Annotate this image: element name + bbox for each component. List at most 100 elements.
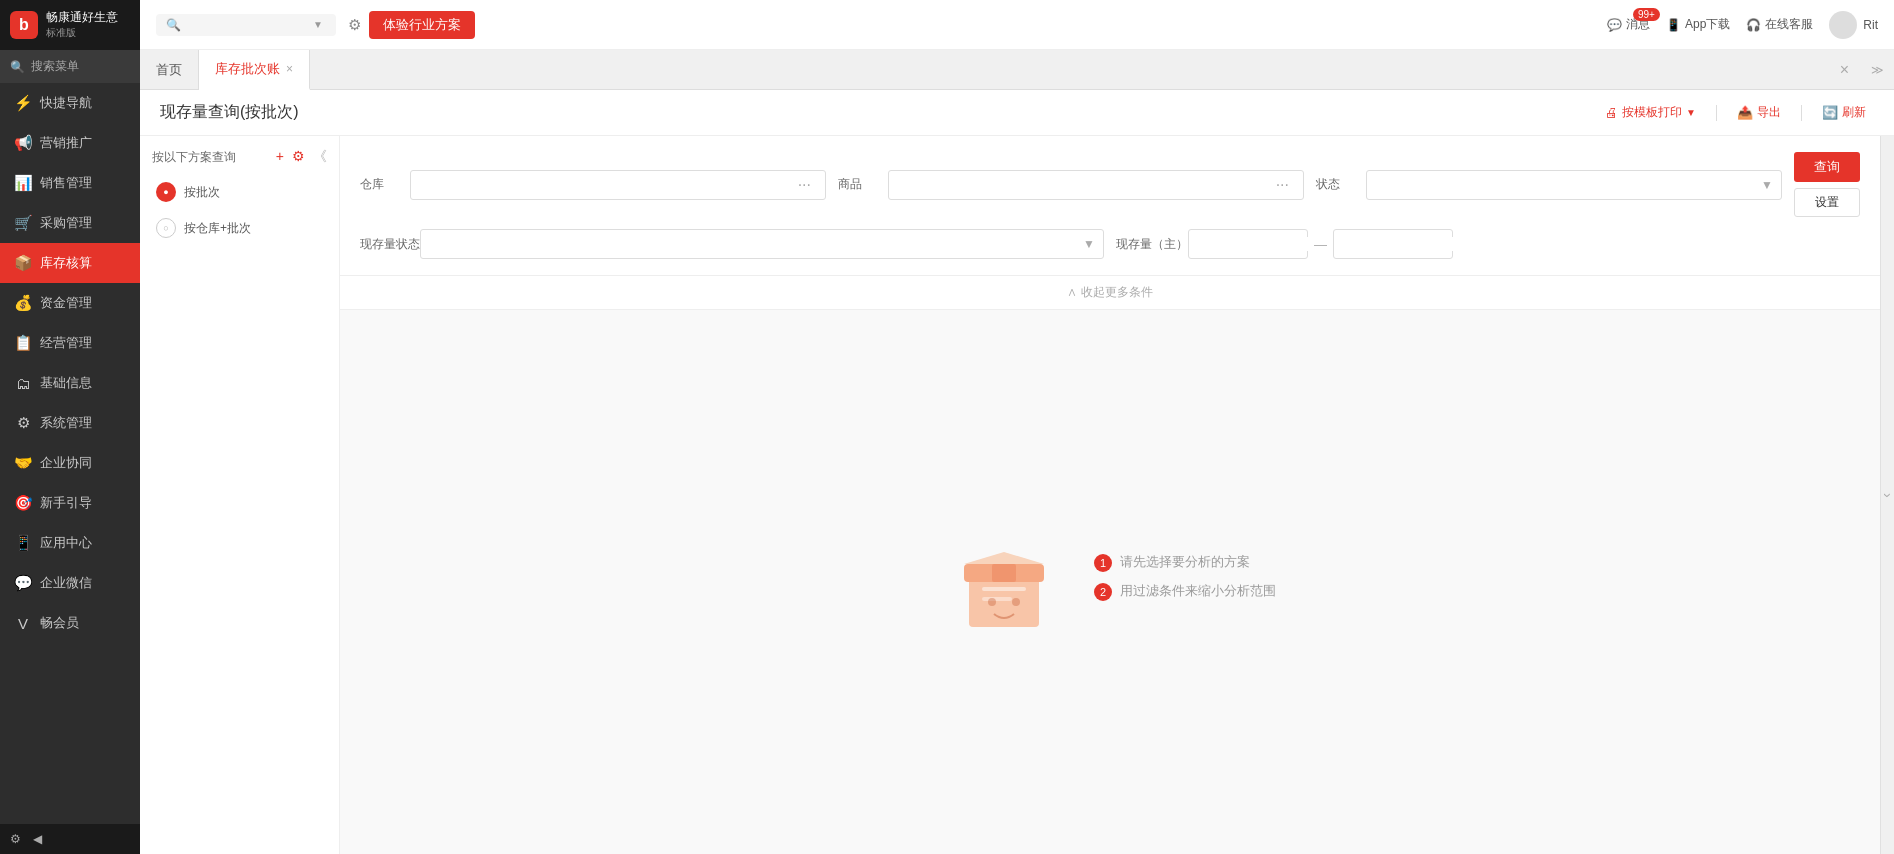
app-download-btn[interactable]: 📱 App下载 (1666, 16, 1730, 33)
right-panel-toggle[interactable]: › (1880, 136, 1894, 854)
topbar-search-icon: 🔍 (166, 18, 181, 32)
online-service-btn[interactable]: 🎧 在线客服 (1746, 16, 1813, 33)
refresh-btn[interactable]: 🔄 刷新 (1814, 100, 1874, 125)
tab-close-btn[interactable]: × (286, 62, 293, 76)
main-area: 🔍 ▼ ⚙ 体验行业方案 💬 消息 99+ 📱 App下载 🎧 在线客服 (140, 0, 1894, 854)
sidebar-item-system[interactable]: ⚙ 系统管理 (0, 403, 140, 443)
sidebar-item-basic[interactable]: 🗂 基础信息 (0, 363, 140, 403)
print-template-btn[interactable]: 🖨 按模板打印 ▼ (1597, 100, 1704, 125)
sidebar-search-btn[interactable]: 🔍 搜索菜单 (0, 50, 140, 83)
svg-point-6 (1012, 598, 1020, 606)
sidebar-item-wechat[interactable]: 💬 企业微信 (0, 563, 140, 603)
chevron-up-icon: ∧ (1067, 285, 1077, 299)
sidebar-item-finance[interactable]: 💰 资金管理 (0, 283, 140, 323)
stock-status-select[interactable]: ▼ (420, 229, 1104, 259)
sidebar-item-marketing[interactable]: 📢 营销推广 (0, 123, 140, 163)
filter-item-icon-wh: ○ (156, 218, 176, 238)
svg-point-5 (988, 598, 996, 606)
warehouse-dots-btn[interactable]: ··· (792, 176, 817, 194)
product-input-wrap[interactable]: ··· (888, 170, 1304, 200)
messages-badge: 99+ (1633, 8, 1660, 21)
page-content: 现存量查询(按批次) 🖨 按模板打印 ▼ 📤 导出 🔄 刷新 (140, 90, 1894, 854)
divider (1716, 105, 1717, 121)
topbar-dropdown-icon[interactable]: ▼ (313, 19, 323, 30)
inventory-icon: 📦 (14, 254, 32, 272)
tab-batch-account[interactable]: 库存批次账 × (199, 50, 310, 90)
tab-more-icon[interactable]: ≫ (1861, 63, 1894, 77)
sidebar-item-label: 企业协同 (40, 454, 92, 472)
stock-qty-to-wrap[interactable] (1333, 229, 1453, 259)
sidebar-header: b 畅康通好生意 标准版 (0, 0, 140, 50)
export-btn[interactable]: 📤 导出 (1729, 100, 1789, 125)
topbar: 🔍 ▼ ⚙ 体验行业方案 💬 消息 99+ 📱 App下载 🎧 在线客服 (140, 0, 1894, 50)
product-dots-btn[interactable]: ··· (1270, 176, 1295, 194)
sidebar-item-label: 经营管理 (40, 334, 92, 352)
system-icon: ⚙ (14, 414, 32, 432)
filter-add-btn[interactable]: + (276, 148, 284, 166)
topbar-search-box[interactable]: 🔍 ▼ (156, 14, 336, 36)
status-field: 状态 ▼ (1316, 170, 1782, 200)
status-label: 状态 (1316, 176, 1366, 193)
app-name: 畅康通好生意 (46, 10, 118, 26)
right-toggle-icon: › (1880, 493, 1895, 498)
tab-home-label: 首页 (156, 61, 182, 79)
sidebar-item-apps[interactable]: 📱 应用中心 (0, 523, 140, 563)
sidebar-collapse-btn[interactable]: ◀ (33, 832, 42, 846)
stock-qty-field: 现存量（主） — (1116, 229, 1860, 259)
tip-num-1: 1 (1094, 554, 1112, 572)
svg-rect-3 (982, 587, 1026, 591)
collapse-label: 收起更多条件 (1081, 285, 1153, 299)
trial-btn[interactable]: 体验行业方案 (369, 11, 475, 39)
status-select[interactable]: ▼ (1366, 170, 1782, 200)
marketing-icon: 📢 (14, 134, 32, 152)
stock-qty-from-wrap[interactable] (1188, 229, 1308, 259)
apps-icon: 📱 (14, 534, 32, 552)
sidebar-item-inventory[interactable]: 📦 库存核算 (0, 243, 140, 283)
stock-status-chevron-icon: ▼ (1083, 237, 1095, 251)
export-label: 导出 (1757, 104, 1781, 121)
filter-header-actions: + ⚙ 《 (276, 148, 327, 166)
topbar-search-input[interactable] (187, 18, 307, 32)
purchase-icon: 🛒 (14, 214, 32, 232)
sidebar-item-purchase[interactable]: 🛒 采购管理 (0, 203, 140, 243)
sidebar-item-operations[interactable]: 📋 经营管理 (0, 323, 140, 363)
tab-home[interactable]: 首页 (140, 50, 199, 90)
filter-item-label-batch: 按批次 (184, 184, 220, 201)
messages-btn[interactable]: 💬 消息 99+ (1607, 16, 1650, 33)
filter-item-icon-batch: ● (156, 182, 176, 202)
user-avatar-btn[interactable]: Rit (1829, 11, 1878, 39)
close-panel-btn[interactable]: × (1828, 61, 1861, 79)
wechat-icon: 💬 (14, 574, 32, 592)
sidebar-item-sales[interactable]: 📊 销售管理 (0, 163, 140, 203)
settings-btn[interactable]: 设置 (1794, 188, 1860, 217)
member-icon: V (14, 615, 32, 632)
user-name: Rit (1863, 18, 1878, 32)
refresh-label: 刷新 (1842, 104, 1866, 121)
sidebar-item-enterprise[interactable]: 🤝 企业协同 (0, 443, 140, 483)
warehouse-field: 仓库 ··· (360, 170, 826, 200)
sidebar-item-label: 采购管理 (40, 214, 92, 232)
sidebar-item-label: 新手引导 (40, 494, 92, 512)
empty-tip-1: 1 请先选择要分析的方案 (1094, 553, 1276, 572)
filter-item-warehouse-batch[interactable]: ○ 按仓库+批次 (140, 210, 339, 246)
sidebar-item-newbie[interactable]: 🎯 新手引导 (0, 483, 140, 523)
warehouse-label: 仓库 (360, 176, 410, 193)
query-btn[interactable]: 查询 (1794, 152, 1860, 182)
warehouse-input-wrap[interactable]: ··· (410, 170, 826, 200)
tip-text-2: 用过滤条件来缩小分析范围 (1120, 582, 1276, 600)
topbar-gear-icon[interactable]: ⚙ (348, 16, 361, 34)
sidebar-settings-btn[interactable]: ⚙ (10, 832, 21, 846)
sidebar-item-quick-nav[interactable]: ⚡ 快捷导航 (0, 83, 140, 123)
sidebar-item-label: 快捷导航 (40, 94, 92, 112)
sidebar-item-label: 营销推广 (40, 134, 92, 152)
warehouse-input[interactable] (419, 178, 792, 192)
filter-item-batch[interactable]: ● 按批次 (140, 174, 339, 210)
sidebar-item-member[interactable]: V 畅会员 (0, 603, 140, 643)
filter-collapse-btn[interactable]: 《 (313, 148, 327, 166)
collapse-conditions-btn[interactable]: ∧ 收起更多条件 (340, 276, 1880, 310)
filter-settings-btn[interactable]: ⚙ (292, 148, 305, 166)
print-dropdown-icon[interactable]: ▼ (1686, 107, 1696, 118)
content-body: 按以下方案查询 + ⚙ 《 ● 按批次 ○ 按仓库+批次 (140, 136, 1894, 854)
stock-qty-to-input[interactable] (1342, 237, 1492, 251)
product-input[interactable] (897, 178, 1270, 192)
